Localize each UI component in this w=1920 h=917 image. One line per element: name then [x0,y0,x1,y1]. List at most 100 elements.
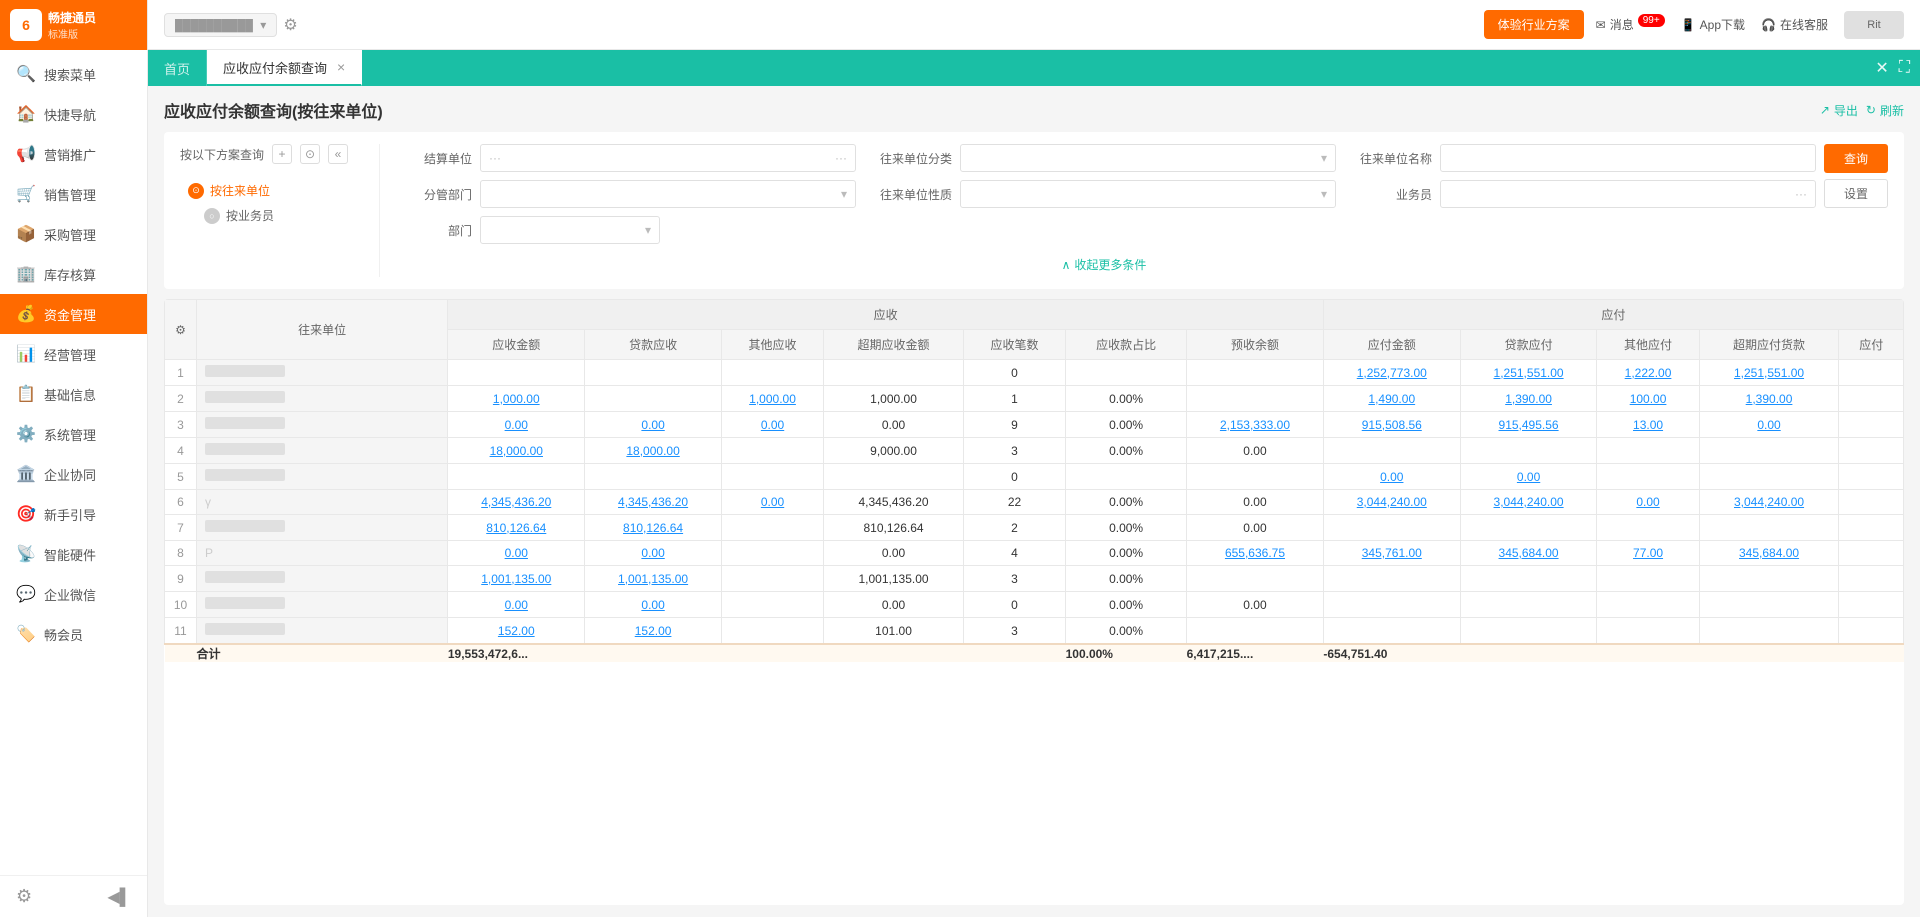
ar-loan[interactable] [585,464,722,490]
sidebar-item-system[interactable]: ⚙️ 系统管理 [0,414,147,454]
ar-other[interactable]: 0.00 [721,412,823,438]
tab-expand-icon[interactable]: ⛶ [1899,59,1910,77]
sidebar-item-inventory[interactable]: 🏢 库存核算 [0,254,147,294]
ap-loan[interactable]: 3,044,240.00 [1460,490,1597,515]
ar-amount[interactable]: 0.00 [448,541,585,566]
ap-amount[interactable] [1323,566,1460,592]
ar-amount[interactable]: 1,001,135.00 [448,566,585,592]
ar-loan[interactable]: 0.00 [585,412,722,438]
solution-button[interactable]: 体验行业方案 [1484,10,1584,39]
settings-button[interactable]: 设置 [1824,179,1888,208]
ap-loan[interactable] [1460,438,1597,464]
ap-amount[interactable] [1323,592,1460,618]
ap-overdue-loan[interactable]: 1,390.00 [1699,386,1839,412]
company-selector[interactable]: ██████████ ▾ [164,13,277,37]
ap-overdue-loan[interactable]: 345,684.00 [1699,541,1839,566]
ar-amount[interactable]: 4,345,436.20 [448,490,585,515]
ap-other[interactable] [1597,438,1699,464]
ap-other[interactable] [1597,464,1699,490]
collapse-button[interactable]: ∧ 收起更多条件 [1062,252,1147,277]
ap-loan[interactable]: 345,684.00 [1460,541,1597,566]
ap-amount[interactable]: 345,761.00 [1323,541,1460,566]
tab-home[interactable]: 首页 [148,50,207,86]
ap-overdue-loan[interactable] [1699,566,1839,592]
ar-loan[interactable] [585,360,722,386]
scheme-by-partner[interactable]: ⊙ 按往来单位 [180,178,367,203]
ar-loan[interactable]: 0.00 [585,592,722,618]
tab-ar-ap[interactable]: 应收应付余额查询 × [207,50,362,86]
sidebar-item-guide[interactable]: 🎯 新手引导 [0,494,147,534]
partner-nature-select[interactable]: ▾ [960,180,1336,208]
sidebar-item-sales[interactable]: 🛒 销售管理 [0,174,147,214]
query-button[interactable]: 查询 [1824,144,1888,173]
ar-other[interactable] [721,360,823,386]
ap-other[interactable]: 13.00 [1597,412,1699,438]
ap-amount[interactable]: 1,490.00 [1323,386,1460,412]
ar-amount[interactable] [448,464,585,490]
ar-other[interactable] [721,515,823,541]
ap-loan[interactable]: 1,390.00 [1460,386,1597,412]
ap-other[interactable]: 100.00 [1597,386,1699,412]
app-download-button[interactable]: 📱 App下载 [1681,16,1745,33]
ap-amount[interactable] [1323,438,1460,464]
ap-other[interactable]: 1,222.00 [1597,360,1699,386]
sidebar-settings-icon[interactable]: ⚙ [16,886,32,907]
prepay[interactable]: 2,153,333.00 [1187,412,1324,438]
ap-overdue-loan[interactable] [1699,592,1839,618]
ap-loan[interactable] [1460,618,1597,645]
table-col-settings-icon[interactable]: ⚙ [175,323,186,337]
ar-other[interactable] [721,566,823,592]
filter-collapse-btn[interactable]: « [328,144,348,164]
ap-loan[interactable] [1460,592,1597,618]
footer-ar-amount[interactable]: 19,553,472,6... [448,644,585,662]
sidebar-item-finance[interactable]: 💰 资金管理 [0,294,147,334]
online-service-button[interactable]: 🎧 在线客服 [1761,16,1828,33]
ar-amount[interactable]: 0.00 [448,412,585,438]
refresh-button[interactable]: ↻ 刷新 [1866,102,1904,119]
table-scroll[interactable]: ⚙ 往来单位 应收 应付 应收金额 贷款应收 其他应收 超期应收金额 应收笔数 [164,299,1904,905]
ap-overdue-loan[interactable]: 3,044,240.00 [1699,490,1839,515]
sidebar-item-search-menu[interactable]: 🔍 搜索菜单 [0,54,147,94]
ap-other[interactable] [1597,566,1699,592]
ap-amount[interactable]: 915,508.56 [1323,412,1460,438]
table-settings-header[interactable]: ⚙ [165,300,197,360]
ar-loan[interactable]: 152.00 [585,618,722,645]
ar-other[interactable] [721,541,823,566]
ar-other[interactable]: 0.00 [721,490,823,515]
ap-amount[interactable]: 0.00 [1323,464,1460,490]
sidebar-item-smart-hw[interactable]: 📡 智能硬件 [0,534,147,574]
ar-loan[interactable]: 18,000.00 [585,438,722,464]
filter-add-btn[interactable]: + [272,144,292,164]
user-avatar[interactable]: Rit [1844,11,1904,39]
dept-manager-select[interactable]: ▾ [480,180,856,208]
ap-other[interactable]: 77.00 [1597,541,1699,566]
dept-select[interactable]: ▾ [480,216,660,244]
ar-amount[interactable] [448,360,585,386]
ap-other[interactable] [1597,515,1699,541]
ar-loan[interactable] [585,386,722,412]
sidebar-item-purchase[interactable]: 📦 采购管理 [0,214,147,254]
ap-overdue-loan[interactable] [1699,464,1839,490]
ar-other[interactable] [721,464,823,490]
ar-amount[interactable]: 18,000.00 [448,438,585,464]
ap-loan[interactable] [1460,515,1597,541]
sidebar-item-enterprise[interactable]: 🏛️ 企业协同 [0,454,147,494]
ap-amount[interactable]: 3,044,240.00 [1323,490,1460,515]
ap-loan[interactable]: 1,251,551.00 [1460,360,1597,386]
ar-loan[interactable]: 810,126.64 [585,515,722,541]
salesman-input[interactable]: ··· [1440,180,1816,208]
ap-other[interactable] [1597,618,1699,645]
tab-close-icon[interactable]: × [337,59,345,75]
ap-overdue-loan[interactable] [1699,515,1839,541]
sidebar-item-quick-nav[interactable]: 🏠 快捷导航 [0,94,147,134]
ap-amount[interactable] [1323,618,1460,645]
ap-overdue-loan[interactable]: 1,251,551.00 [1699,360,1839,386]
ar-other[interactable] [721,618,823,645]
filter-settings-btn[interactable]: ⊙ [300,144,320,164]
ap-other[interactable] [1597,592,1699,618]
sidebar-item-marketing[interactable]: 📢 营销推广 [0,134,147,174]
ar-loan[interactable]: 0.00 [585,541,722,566]
sidebar-collapse-icon[interactable]: ◀▌ [107,887,131,907]
ar-loan[interactable]: 1,001,135.00 [585,566,722,592]
ap-amount[interactable] [1323,515,1460,541]
